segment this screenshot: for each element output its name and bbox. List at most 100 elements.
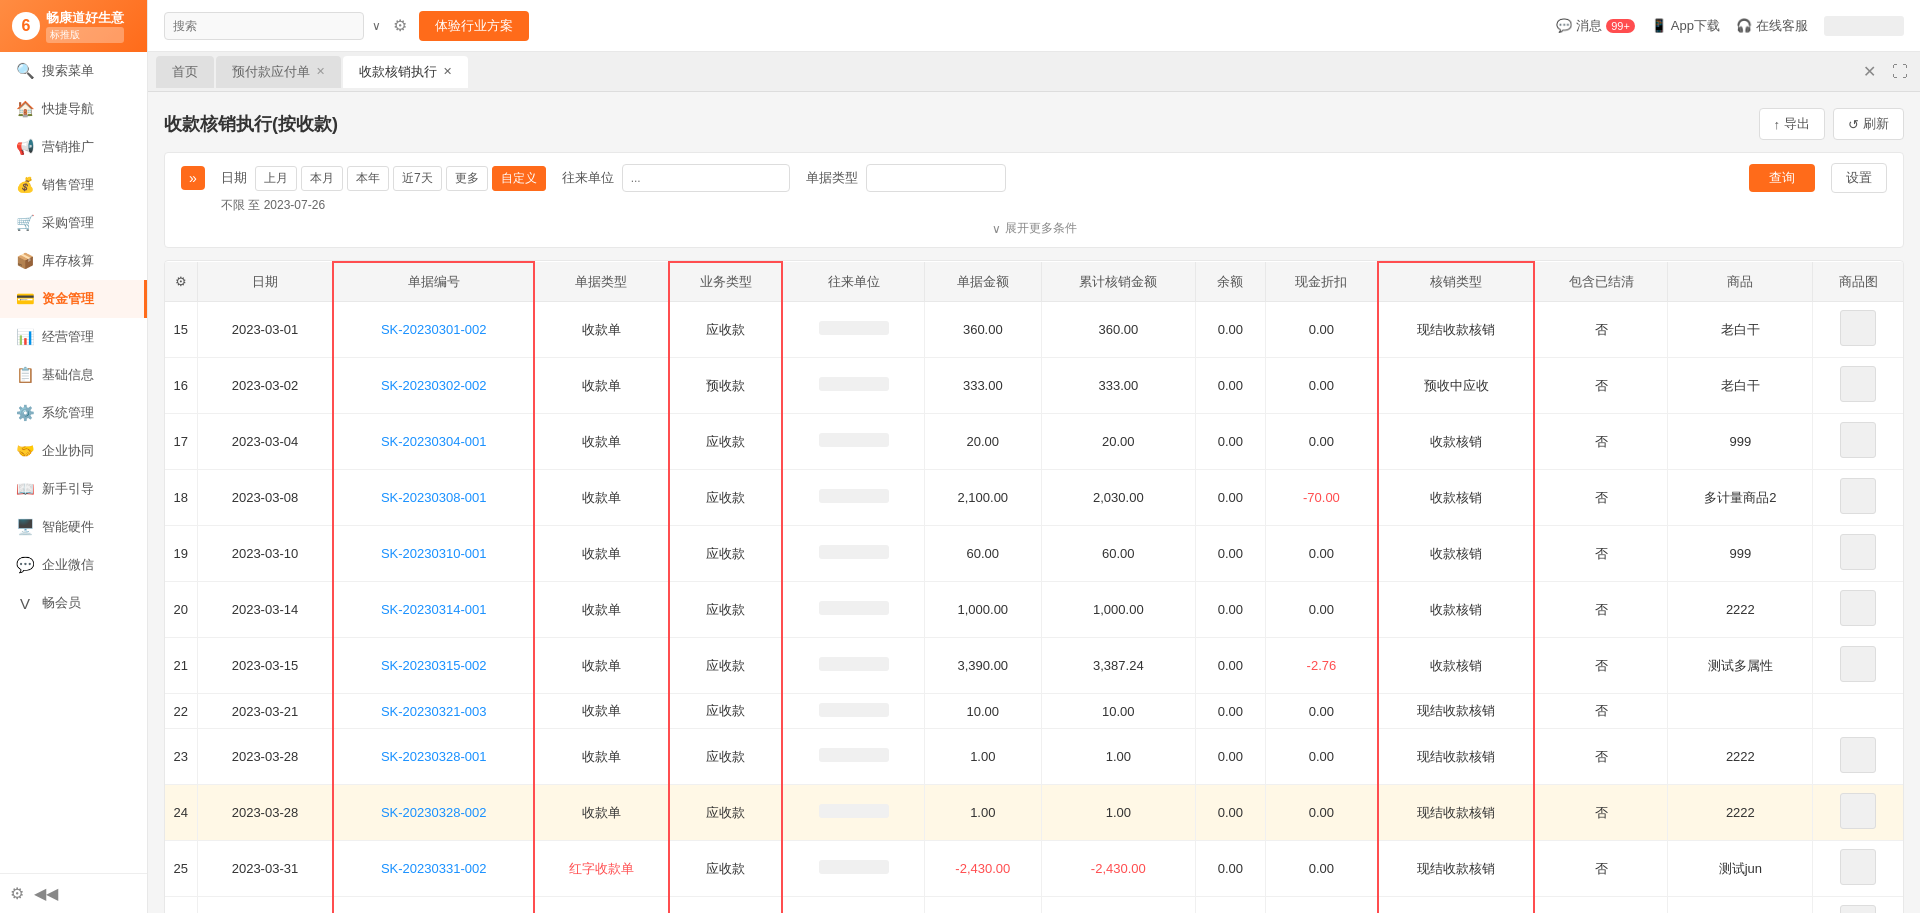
date-range-display: 不限 至 2023-07-26	[221, 198, 325, 212]
last-month-btn[interactable]: 上月	[255, 166, 297, 191]
table-row: 212023-03-15SK-20230315-002收款单应收款3,390.0…	[165, 638, 1903, 694]
code-link[interactable]: SK-20230314-001	[381, 602, 487, 617]
row-code[interactable]: SK-20230304-001	[333, 414, 534, 470]
counterpart-blur	[819, 748, 889, 762]
topbar-gear-icon[interactable]: ⚙	[389, 12, 411, 39]
sidebar-item-inventory[interactable]: 📦 库存核算	[0, 242, 147, 280]
sidebar-item-finance[interactable]: 💳 资金管理	[0, 280, 147, 318]
sidebar-label-sales: 销售管理	[42, 176, 94, 194]
row-balance: 0.00	[1195, 785, 1265, 841]
tab-prepayment[interactable]: 预付款应付单 ✕	[216, 56, 341, 88]
row-write-off-type: 收款核销	[1378, 414, 1534, 470]
sidebar-item-operation[interactable]: 📊 经营管理	[0, 318, 147, 356]
sidebar-item-enterprise[interactable]: 🤝 企业协同	[0, 432, 147, 470]
counterpart-input[interactable]	[622, 164, 790, 192]
search-input[interactable]	[164, 12, 364, 40]
filter-expand-button[interactable]: »	[181, 166, 205, 190]
row-code[interactable]: SK-20230403-002	[333, 897, 534, 914]
table-row: 222023-03-21SK-20230321-003收款单应收款10.0010…	[165, 694, 1903, 729]
code-link[interactable]: SK-20230321-003	[381, 704, 487, 719]
solution-button[interactable]: 体验行业方案	[419, 11, 529, 41]
row-code[interactable]: SK-20230328-002	[333, 785, 534, 841]
export-button[interactable]: ↑ 导出	[1759, 108, 1826, 140]
row-product-img	[1813, 785, 1903, 841]
expand-more-conditions-btn[interactable]: ∨ 展开更多条件	[992, 220, 1077, 237]
sidebar-item-quick[interactable]: 🏠 快捷导航	[0, 90, 147, 128]
row-included: 否	[1534, 841, 1668, 897]
row-code[interactable]: SK-20230331-002	[333, 841, 534, 897]
row-no: 25	[165, 841, 197, 897]
row-balance: 0.00	[1195, 729, 1265, 785]
refresh-button[interactable]: ↺ 刷新	[1833, 108, 1904, 140]
sidebar-icon-system: ⚙️	[16, 404, 34, 422]
close-tab-button[interactable]: ✕	[1859, 60, 1880, 83]
table-scroll[interactable]: ⚙日期单据编号单据类型业务类型往来单位单据金额累计核销金额余额现金折扣核销类型包…	[165, 261, 1903, 913]
sidebar-gear-icon[interactable]: ⚙	[10, 884, 24, 903]
tab-close-collection[interactable]: ✕	[443, 65, 452, 78]
sidebar-item-sales[interactable]: 💰 销售管理	[0, 166, 147, 204]
sidebar-icon-quick: 🏠	[16, 100, 34, 118]
row-code[interactable]: SK-20230302-002	[333, 358, 534, 414]
sidebar-item-hardware[interactable]: 🖥️ 智能硬件	[0, 508, 147, 546]
sidebar-collapse-icon[interactable]: ◀◀	[34, 884, 58, 903]
this-year-btn[interactable]: 本年	[347, 166, 389, 191]
online-service-item[interactable]: 🎧 在线客服	[1736, 17, 1808, 35]
col-header-12: 商品图	[1813, 262, 1903, 302]
table-settings-col[interactable]: ⚙	[165, 262, 197, 302]
custom-date-btn[interactable]: 自定义	[492, 166, 546, 191]
tab-collection[interactable]: 收款核销执行 ✕	[343, 56, 468, 88]
tab-label-home: 首页	[172, 63, 198, 81]
row-code[interactable]: SK-20230328-001	[333, 729, 534, 785]
last-7days-btn[interactable]: 近7天	[393, 166, 442, 191]
app-download-item[interactable]: 📱 App下载	[1651, 17, 1720, 35]
row-no: 23	[165, 729, 197, 785]
more-dates-btn[interactable]: 更多	[446, 166, 488, 191]
row-code[interactable]: SK-20230314-001	[333, 582, 534, 638]
sidebar-item-basic[interactable]: 📋 基础信息	[0, 356, 147, 394]
row-discount: 0.00	[1265, 694, 1378, 729]
row-acc-amount: 3,387.24	[1041, 638, 1195, 694]
topbar-dropdown-icon[interactable]: ∨	[372, 19, 381, 33]
row-acc-amount: 20.00	[1041, 414, 1195, 470]
code-link[interactable]: SK-20230331-002	[381, 861, 487, 876]
code-link[interactable]: SK-20230315-002	[381, 658, 487, 673]
row-code[interactable]: SK-20230321-003	[333, 694, 534, 729]
sidebar-item-newbie[interactable]: 📖 新手引导	[0, 470, 147, 508]
sidebar-icon-newbie: 📖	[16, 480, 34, 498]
row-product-img	[1813, 729, 1903, 785]
row-code[interactable]: SK-20230308-001	[333, 470, 534, 526]
col-header-1: 单据编号	[333, 262, 534, 302]
notification-item[interactable]: 💬 消息 99+	[1556, 17, 1635, 35]
user-avatar	[1824, 16, 1904, 36]
code-link[interactable]: SK-20230308-001	[381, 490, 487, 505]
sidebar-item-search[interactable]: 🔍 搜索菜单	[0, 52, 147, 90]
code-link[interactable]: SK-20230304-001	[381, 434, 487, 449]
sidebar-item-wechat[interactable]: 💬 企业微信	[0, 546, 147, 584]
row-code[interactable]: SK-20230301-002	[333, 302, 534, 358]
row-amount: 20.00	[924, 897, 1041, 914]
this-month-btn[interactable]: 本月	[301, 166, 343, 191]
sidebar-icon-wechat: 💬	[16, 556, 34, 574]
tab-close-prepayment[interactable]: ✕	[316, 65, 325, 78]
sidebar-item-marketing[interactable]: 📢 营销推广	[0, 128, 147, 166]
counterpart-blur	[819, 601, 889, 615]
date-filter-label: 日期	[221, 169, 247, 187]
receipt-type-select[interactable]	[866, 164, 1006, 192]
query-button[interactable]: 查询	[1749, 164, 1815, 192]
expand-tab-button[interactable]: ⛶	[1888, 60, 1912, 83]
headset-icon: 🎧	[1736, 18, 1752, 33]
settings-button[interactable]: 设置	[1831, 163, 1887, 193]
code-link[interactable]: SK-20230301-002	[381, 322, 487, 337]
sidebar-item-member[interactable]: V 畅会员	[0, 584, 147, 622]
code-link[interactable]: SK-20230310-001	[381, 546, 487, 561]
row-code[interactable]: SK-20230315-002	[333, 638, 534, 694]
sidebar-item-system[interactable]: ⚙️ 系统管理	[0, 394, 147, 432]
code-link[interactable]: SK-20230328-001	[381, 749, 487, 764]
product-thumbnail	[1840, 793, 1876, 829]
tab-home[interactable]: 首页	[156, 56, 214, 88]
row-code[interactable]: SK-20230310-001	[333, 526, 534, 582]
code-link[interactable]: SK-20230328-002	[381, 805, 487, 820]
row-counterpart	[782, 694, 924, 729]
sidebar-item-purchase[interactable]: 🛒 采购管理	[0, 204, 147, 242]
code-link[interactable]: SK-20230302-002	[381, 378, 487, 393]
